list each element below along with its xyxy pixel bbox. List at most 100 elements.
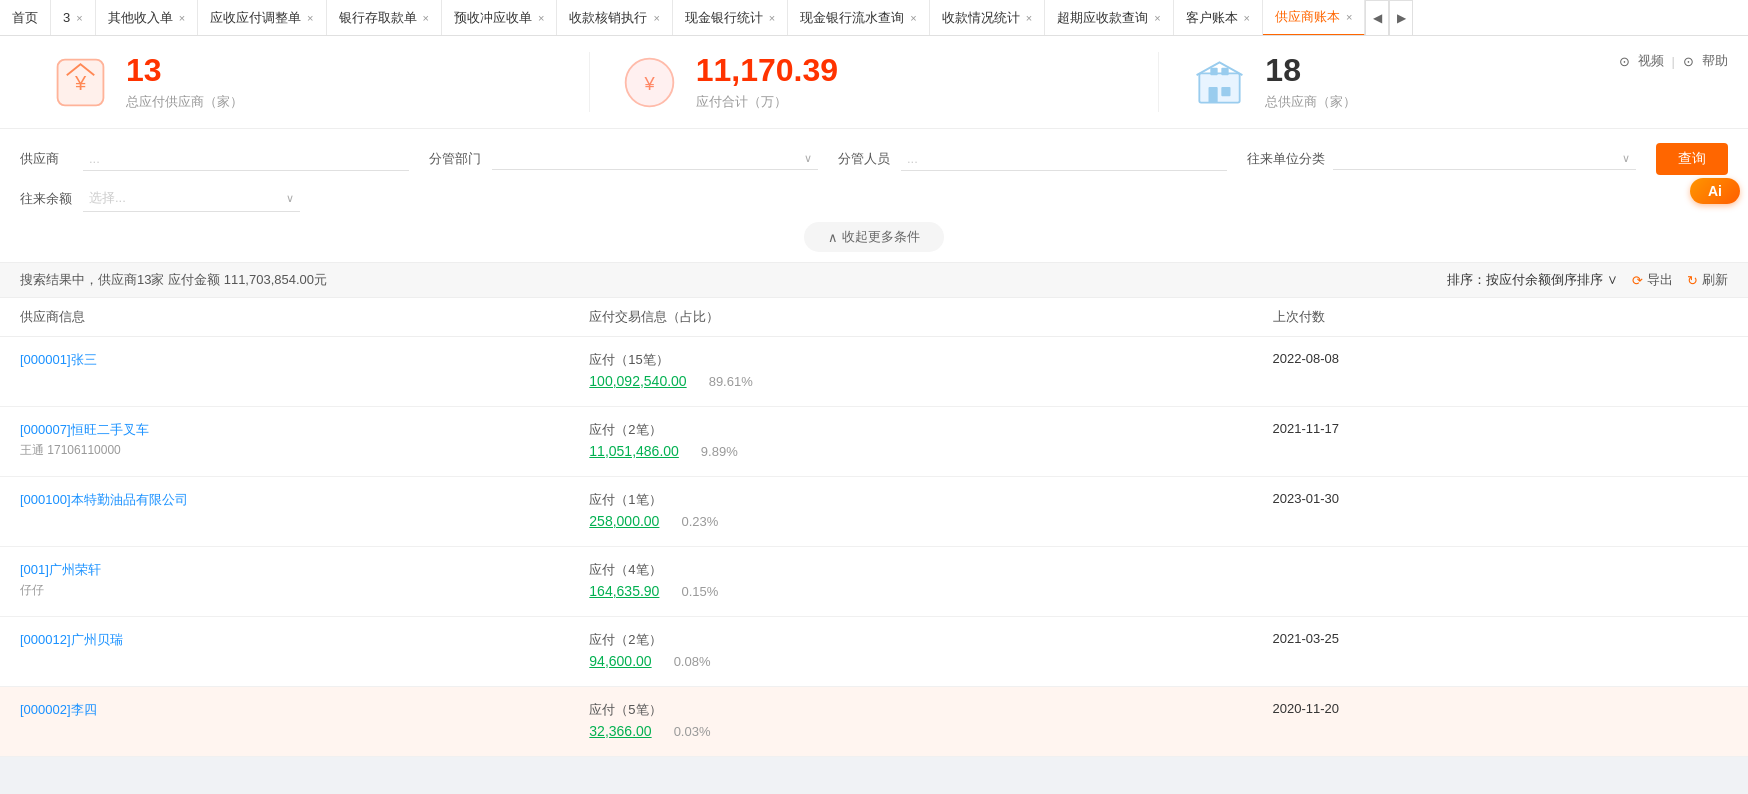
lastpay-date-2: 2021-11-17 xyxy=(1273,421,1340,436)
supplier-name-link-2[interactable]: [000007]恒旺二手叉车 xyxy=(20,422,149,437)
export-button[interactable]: ⟳ 导出 xyxy=(1632,271,1673,289)
circle-icon: ⊙ xyxy=(1619,54,1630,69)
nav-tab-3[interactable]: 3 × xyxy=(51,0,96,36)
transaction-inner-5: 应付（2笔） 94,600.00 0.08% xyxy=(589,631,1272,669)
close-icon[interactable]: × xyxy=(179,12,185,24)
tx-label-4: 应付（4笔） xyxy=(589,561,1272,579)
filter-supplier: 供应商 xyxy=(20,147,409,171)
table-row: [000012]广州贝瑞 应付（2笔） 94,600.00 0.08% 2021… xyxy=(0,617,1748,687)
table-header: 供应商信息 应付交易信息（占比） 上次付数 xyxy=(0,298,1748,337)
summary-label-suppliers: 总应付供应商（家） xyxy=(126,93,243,111)
close-icon[interactable]: × xyxy=(307,12,313,24)
tx-amount-3[interactable]: 258,000.00 xyxy=(589,513,659,529)
tx-amount-5[interactable]: 94,600.00 xyxy=(589,653,651,669)
transaction-cell-6: 应付（5笔） 32,366.00 0.03% xyxy=(589,701,1272,739)
close-icon[interactable]: × xyxy=(910,12,916,24)
nav-right-arrow[interactable]: ▶ xyxy=(1389,0,1413,36)
svg-rect-8 xyxy=(1221,67,1228,74)
tx-amount-row-6: 32,366.00 0.03% xyxy=(589,721,1272,739)
supplier-name-link-6[interactable]: [000002]李四 xyxy=(20,702,97,717)
supplier-name-link-1[interactable]: [000001]张三 xyxy=(20,352,97,367)
transaction-inner-6: 应付（5笔） 32,366.00 0.03% xyxy=(589,701,1272,739)
tx-amount-row-2: 11,051,486.00 9.89% xyxy=(589,441,1272,459)
supplier-cell-3: [000100]本特勤油品有限公司 xyxy=(20,491,589,509)
tx-amount-1[interactable]: 100,092,540.00 xyxy=(589,373,686,389)
export-btn-label: 导出 xyxy=(1647,271,1673,289)
svg-text:¥: ¥ xyxy=(644,72,656,93)
lastpay-date-6: 2020-11-20 xyxy=(1273,701,1340,716)
collapse-button[interactable]: ∧ 收起更多条件 xyxy=(804,222,944,252)
close-icon[interactable]: × xyxy=(1346,11,1352,23)
lastpay-date-5: 2021-03-25 xyxy=(1273,631,1340,646)
tx-label-3: 应付（1笔） xyxy=(589,491,1272,509)
dept-select[interactable]: ∨ xyxy=(492,148,818,170)
nav-tab-cash-bank-flow[interactable]: 现金银行流水查询 × xyxy=(788,0,929,36)
nav-tab-collect-stat[interactable]: 收款情况统计 × xyxy=(930,0,1045,36)
refresh-button[interactable]: ↻ 刷新 xyxy=(1687,271,1728,289)
nav-tab-bank-deposit[interactable]: 银行存取款单 × xyxy=(327,0,442,36)
nav-tab-3-label: 3 xyxy=(63,10,70,25)
close-icon[interactable]: × xyxy=(1154,12,1160,24)
help-link[interactable]: 帮助 xyxy=(1702,52,1728,70)
summary-value-amount: 11,170.39 xyxy=(696,53,838,88)
chevron-down-icon: ∨ xyxy=(286,192,294,205)
category-select[interactable]: ∨ xyxy=(1333,148,1636,170)
balance-select[interactable]: 选择... ∨ xyxy=(83,185,300,212)
supplier-cell-1: [000001]张三 xyxy=(20,351,589,369)
tx-pct-6: 0.03% xyxy=(674,724,711,739)
nav-left-arrow[interactable]: ◀ xyxy=(1365,0,1389,36)
nav-tab-cash-bank-stat[interactable]: 现金银行统计 × xyxy=(673,0,788,36)
supplier-name-link-4[interactable]: [001]广州荣轩 xyxy=(20,562,101,577)
close-icon[interactable]: × xyxy=(1026,12,1032,24)
lastpay-date-1: 2022-08-08 xyxy=(1273,351,1340,366)
sort-arrow-icon[interactable]: ∨ xyxy=(1607,272,1618,287)
close-icon[interactable]: × xyxy=(76,12,82,24)
nav-tab-cash-bank-stat-label: 现金银行统计 xyxy=(685,9,763,27)
supplier-input[interactable] xyxy=(83,147,409,171)
nav-tab-other-income[interactable]: 其他收入单 × xyxy=(96,0,198,36)
person-input[interactable] xyxy=(901,147,1227,171)
export-icon: ⟳ xyxy=(1632,273,1643,288)
close-icon[interactable]: × xyxy=(769,12,775,24)
video-link[interactable]: 视频 xyxy=(1638,52,1664,70)
nav-tab-ap-adjust[interactable]: 应收应付调整单 × xyxy=(198,0,326,36)
refresh-btn-label: 刷新 xyxy=(1702,271,1728,289)
filter-person: 分管人员 xyxy=(838,147,1227,171)
nav-tab-customer-account[interactable]: 客户账本 × xyxy=(1174,0,1263,36)
nav-tab-collect-verify[interactable]: 收款核销执行 × xyxy=(557,0,672,36)
summary-value-suppliers: 13 xyxy=(126,53,243,88)
balance-filter-label: 往来余额 xyxy=(20,190,75,208)
nav-tab-home-label: 首页 xyxy=(12,9,38,27)
tx-amount-6[interactable]: 32,366.00 xyxy=(589,723,651,739)
transaction-cell-5: 应付（2笔） 94,600.00 0.08% xyxy=(589,631,1272,669)
nav-tab-home[interactable]: 首页 xyxy=(0,0,51,36)
tx-label-5: 应付（2笔） xyxy=(589,631,1272,649)
supplier-name-link-3[interactable]: [000100]本特勤油品有限公司 xyxy=(20,492,188,507)
tx-amount-row-5: 94,600.00 0.08% xyxy=(589,651,1272,669)
nav-tab-supplier-account[interactable]: 供应商账本 × xyxy=(1263,0,1365,36)
nav-tab-advance-receive[interactable]: 预收冲应收单 × xyxy=(442,0,557,36)
col-header-transaction: 应付交易信息（占比） xyxy=(589,308,1272,326)
lastpay-date-3: 2023-01-30 xyxy=(1273,491,1340,506)
close-icon[interactable]: × xyxy=(423,12,429,24)
supplier-sub-2: 王通 17106110000 xyxy=(20,442,589,459)
supplier-name-link-5[interactable]: [000012]广州贝瑞 xyxy=(20,632,123,647)
tx-amount-4[interactable]: 164,635.90 xyxy=(589,583,659,599)
lastpay-cell-3: 2023-01-30 xyxy=(1273,491,1728,506)
lastpay-cell-1: 2022-08-08 xyxy=(1273,351,1728,366)
nav-tab-overdue-query[interactable]: 超期应收款查询 × xyxy=(1045,0,1173,36)
nav-tab-collect-stat-label: 收款情况统计 xyxy=(942,9,1020,27)
tx-amount-2[interactable]: 11,051,486.00 xyxy=(589,443,679,459)
lastpay-cell-5: 2021-03-25 xyxy=(1273,631,1728,646)
question-icon: ⊙ xyxy=(1683,54,1694,69)
summary-card-amount: ¥ 11,170.39 应付合计（万） xyxy=(589,52,1159,112)
col-header-supplier: 供应商信息 xyxy=(20,308,589,326)
close-icon[interactable]: × xyxy=(538,12,544,24)
search-button[interactable]: 查询 xyxy=(1656,143,1728,175)
ai-button[interactable]: Ai xyxy=(1690,178,1740,204)
data-table: 供应商信息 应付交易信息（占比） 上次付数 [000001]张三 应付（15笔）… xyxy=(0,298,1748,757)
close-icon[interactable]: × xyxy=(1244,12,1250,24)
close-icon[interactable]: × xyxy=(653,12,659,24)
filter-row-2: 往来余额 选择... ∨ xyxy=(20,185,300,212)
supplier-filter-label: 供应商 xyxy=(20,150,75,168)
